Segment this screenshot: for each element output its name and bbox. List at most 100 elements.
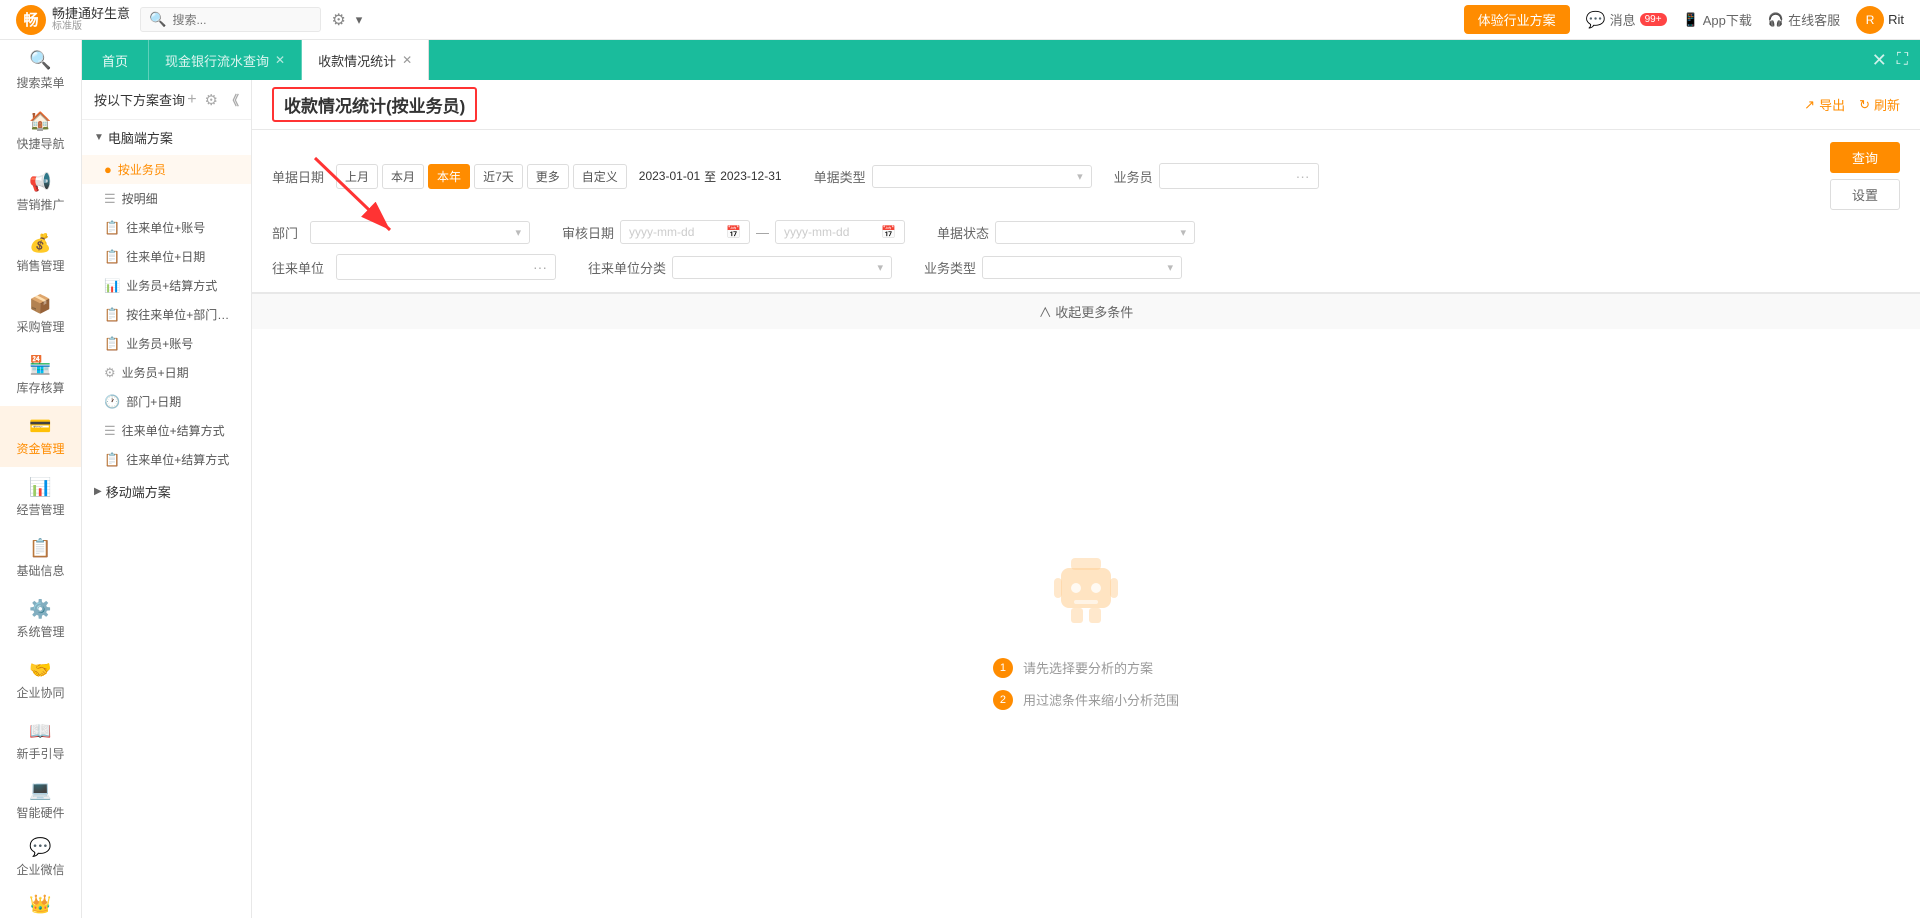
enterprise-icon: 🤝 — [29, 660, 51, 681]
biz-type-select[interactable]: ▾ — [982, 256, 1182, 279]
sidebar-item-operations[interactable]: 📊 经营管理 — [0, 467, 81, 528]
online-service-btn[interactable]: 🎧 在线客服 — [1768, 10, 1840, 29]
scheme-group-mobile-title[interactable]: ▶ 移动端方案 — [82, 474, 251, 509]
scheme-item-unit-dept[interactable]: 📋 按往来单位+部门+收... — [82, 300, 251, 329]
settings-gear[interactable]: ⚙ — [331, 10, 345, 30]
date-btns-group: 上月 本月 本年 近7天 更多 自定义 — [336, 164, 627, 189]
scheme-item-unit-method1[interactable]: ☰ 往来单位+结算方式 — [82, 416, 251, 445]
sidebar-item-inventory[interactable]: 🏪 库存核算 — [0, 345, 81, 406]
empty-hint-2: 2 用过滤条件来缩小分析范围 — [993, 690, 1179, 710]
top-search-input[interactable] — [172, 13, 312, 27]
logo: 畅 畅捷通好生意 标准版 — [16, 5, 130, 35]
tab-expand-btn[interactable]: ⛶ — [1897, 51, 1908, 69]
top-bar: 畅 畅捷通好生意 标准版 🔍 ⚙ ▾ 体验行业方案 💬 消息 99+ 📱 App… — [0, 0, 1920, 40]
sidebar-item-hardware[interactable]: 💻 智能硬件 — [0, 772, 81, 829]
finance-icon: 💳 — [29, 416, 51, 437]
sidebar-item-system[interactable]: ⚙️ 系统管理 — [0, 589, 81, 650]
scheme-item-sales-account[interactable]: 📋 业务员+账号 — [82, 329, 251, 358]
wechat-icon: 💬 — [29, 837, 51, 858]
doc-status-chevron: ▾ — [1181, 226, 1187, 239]
group-arrow-icon: ▼ — [94, 132, 104, 143]
messages-btn[interactable]: 💬 消息 99+ — [1586, 10, 1667, 30]
scheme-settings-btn[interactable]: ⚙ — [205, 91, 218, 109]
trial-btn[interactable]: 体验行业方案 — [1464, 5, 1570, 34]
date-btn-this-year[interactable]: 本年 — [428, 164, 470, 189]
sidebar-item-search-menu[interactable]: 🔍 搜索菜单 — [0, 40, 81, 101]
scheme-add-btn[interactable]: + — [187, 91, 196, 109]
sidebar-item-marketing[interactable]: 📢 营销推广 — [0, 162, 81, 223]
date-dash: — — [756, 225, 769, 240]
partner-more-btn[interactable]: ··· — [533, 259, 547, 275]
date-btn-last-month[interactable]: 上月 — [336, 164, 378, 189]
scheme-item-unit-date[interactable]: 📋 往来单位+日期 — [82, 242, 251, 271]
tab-receipt[interactable]: 收款情况统计 ✕ — [302, 40, 429, 80]
sidebar-item-finance[interactable]: 💳 资金管理 — [0, 406, 81, 467]
scheme-collapse-btn[interactable]: 《 — [226, 90, 239, 109]
scheme-item-by-salesperson[interactable]: ● 按业务员 — [82, 155, 251, 184]
export-icon: ↗ — [1804, 97, 1815, 113]
date-label: 单据日期 — [272, 167, 324, 186]
export-btn[interactable]: ↗ 导出 — [1804, 95, 1845, 114]
logo-icon: 畅 — [16, 5, 46, 35]
refresh-icon: ↻ — [1859, 97, 1870, 113]
date-btn-7days[interactable]: 近7天 — [474, 164, 523, 189]
search-menu-icon: 🔍 — [29, 50, 51, 71]
detail-icon: ☰ — [104, 191, 116, 207]
breadcrumb-nav: ▾ — [356, 12, 363, 28]
settings-btn[interactable]: 设置 — [1830, 179, 1900, 210]
salesperson-more-icon: ··· — [1296, 168, 1310, 184]
sidebar-item-wechat[interactable]: 💬 企业微信 — [0, 829, 81, 886]
date-btn-this-month[interactable]: 本月 — [382, 164, 424, 189]
scheme-panel: 按以下方案查询 + ⚙ 《 ▼ 电脑端方案 — [82, 80, 252, 918]
edition-label: 标准版 — [52, 21, 130, 33]
partner-input[interactable]: ··· — [336, 254, 556, 280]
tab-home[interactable]: 首页 — [82, 40, 149, 80]
tab-bank-close[interactable]: ✕ — [275, 53, 285, 67]
dept-select[interactable]: ▾ — [310, 221, 530, 244]
query-btn[interactable]: 查询 — [1830, 142, 1900, 173]
unit-method1-icon: ☰ — [104, 423, 116, 439]
partner-category-select[interactable]: ▾ — [672, 256, 892, 279]
date-btn-custom[interactable]: 自定义 — [573, 164, 627, 189]
sidebar-item-basic[interactable]: 📋 基础信息 — [0, 528, 81, 589]
scheme-item-dept-date[interactable]: 🕐 部门+日期 — [82, 387, 251, 416]
review-date-start-input[interactable]: yyyy-mm-dd 📅 — [620, 220, 750, 244]
sidebar-item-guide[interactable]: 📖 新手引导 — [0, 711, 81, 772]
tab-receipt-close[interactable]: ✕ — [402, 53, 412, 67]
scheme-item-sales-method[interactable]: 📊 业务员+结算方式 — [82, 271, 251, 300]
empty-state: 1 请先选择要分析的方案 2 用过滤条件来缩小分析范围 — [252, 329, 1920, 918]
scheme-header-label: 按以下方案查询 — [94, 90, 185, 109]
page-title-box: 收款情况统计(按业务员) — [272, 87, 477, 122]
unit-method2-icon: 📋 — [104, 452, 120, 468]
marketing-icon: 📢 — [29, 172, 51, 193]
partner-category-chevron: ▾ — [878, 261, 884, 274]
tab-bank[interactable]: 现金银行流水查询 ✕ — [149, 40, 302, 80]
doc-type-select[interactable]: ▾ — [872, 165, 1092, 188]
review-date-end-input[interactable]: yyyy-mm-dd 📅 — [775, 220, 905, 244]
collapse-bar[interactable]: ∧ 收起更多条件 — [252, 293, 1920, 329]
scheme-group-desktop-title[interactable]: ▼ 电脑端方案 — [82, 120, 251, 155]
sidebar-item-member[interactable]: 👑 畅会员 — [0, 886, 81, 918]
salesperson-field[interactable]: ··· — [1159, 163, 1319, 189]
message-badge: 99+ — [1640, 13, 1667, 26]
app-download-btn[interactable]: 📱 App下载 — [1683, 10, 1752, 29]
hint-num-1: 1 — [993, 658, 1013, 678]
tab-close-all-btn[interactable]: ✕ — [1872, 50, 1887, 71]
scheme-item-unit-method2[interactable]: 📋 往来单位+结算方式 — [82, 445, 251, 474]
sidebar-item-quick-nav[interactable]: 🏠 快捷导航 — [0, 101, 81, 162]
sidebar-item-sales[interactable]: 💰 销售管理 — [0, 223, 81, 284]
scheme-item-by-detail[interactable]: ☰ 按明细 — [82, 184, 251, 213]
doc-status-select[interactable]: ▾ — [995, 221, 1195, 244]
scheme-item-sales-date[interactable]: ⚙ 业务员+日期 — [82, 358, 251, 387]
doc-type-chevron: ▾ — [1077, 170, 1083, 183]
empty-illustration — [1036, 538, 1136, 638]
user-avatar[interactable]: R Rit — [1856, 6, 1904, 34]
date-btn-more[interactable]: 更多 — [527, 164, 569, 189]
doc-status-label: 单据状态 — [937, 223, 989, 242]
search-icon-top: 🔍 — [149, 11, 166, 28]
page-title: 收款情况统计(按业务员) — [284, 97, 465, 116]
sidebar-item-purchase[interactable]: 📦 采购管理 — [0, 284, 81, 345]
refresh-btn[interactable]: ↻ 刷新 — [1859, 95, 1900, 114]
scheme-item-unit-account[interactable]: 📋 往来单位+账号 — [82, 213, 251, 242]
sidebar-item-enterprise[interactable]: 🤝 企业协同 — [0, 650, 81, 711]
